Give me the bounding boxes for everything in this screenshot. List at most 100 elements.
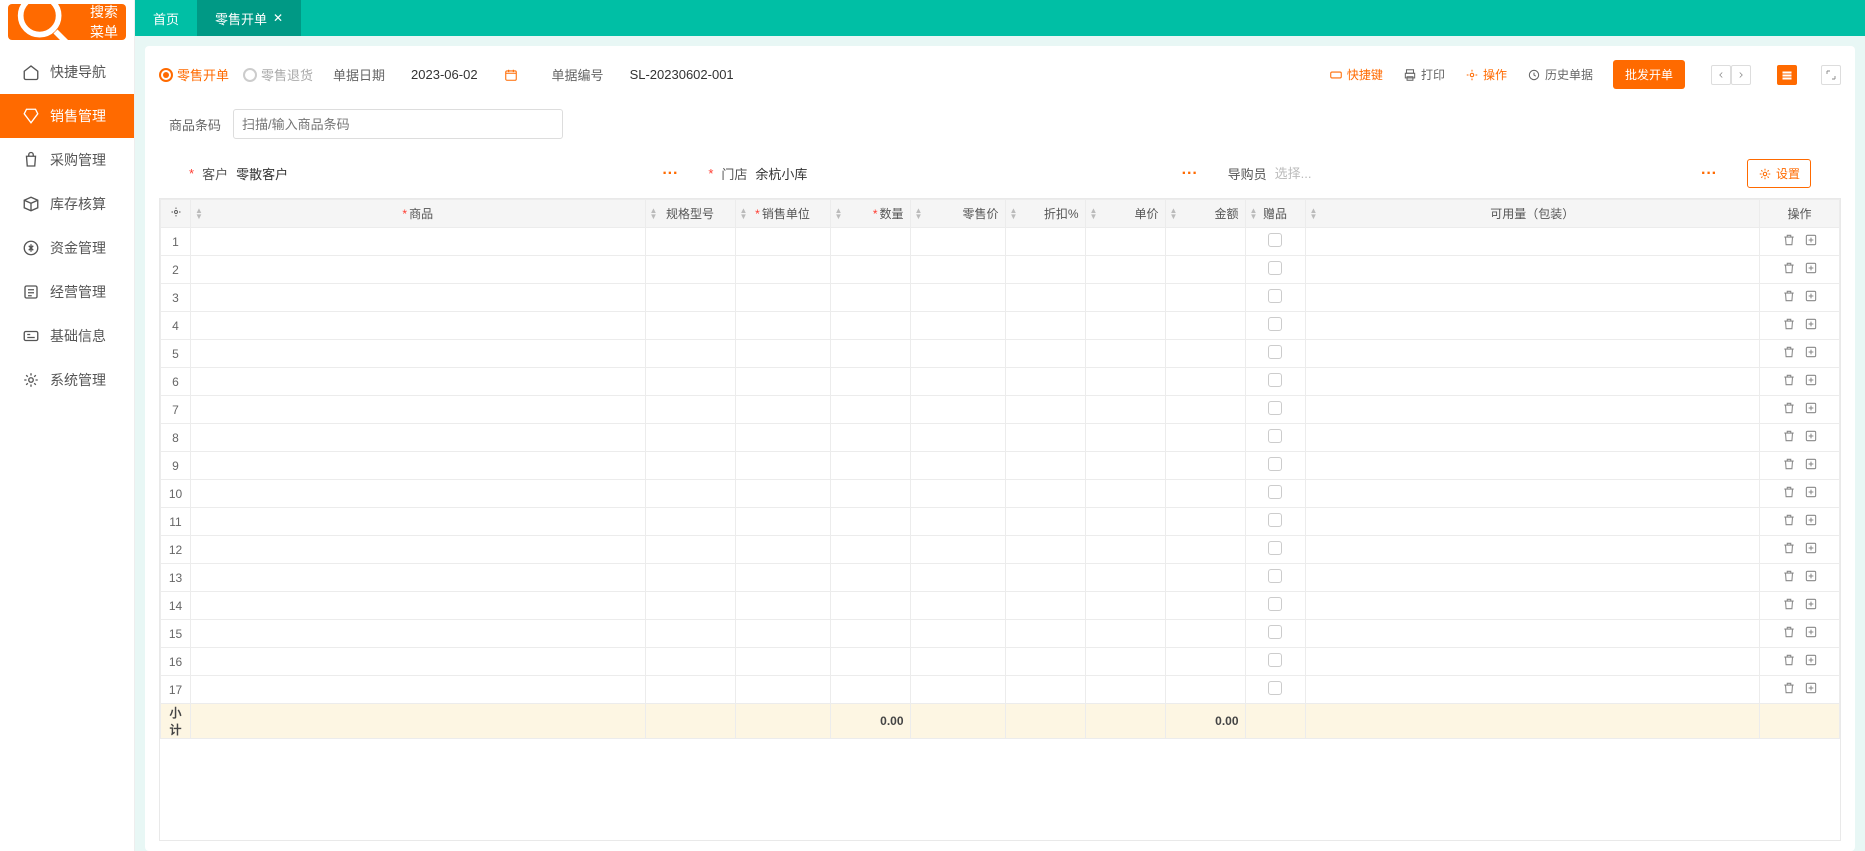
cell-unit-price[interactable]	[1085, 424, 1165, 452]
cell-retail-price[interactable]	[910, 480, 1005, 508]
cell-retail-price[interactable]	[910, 256, 1005, 284]
add-row-icon[interactable]	[1804, 261, 1818, 275]
table-row[interactable]: 17	[161, 676, 1840, 704]
cell-gift[interactable]	[1245, 676, 1305, 704]
cell-product[interactable]	[191, 508, 646, 536]
cell-retail-price[interactable]	[910, 368, 1005, 396]
th-qty[interactable]: ▲▼*数量	[830, 200, 910, 228]
table-row[interactable]: 8	[161, 424, 1840, 452]
cell-discount[interactable]	[1005, 340, 1085, 368]
guide-more-button[interactable]: ···	[1701, 165, 1717, 183]
cell-sale-unit[interactable]	[735, 648, 830, 676]
cell-gift[interactable]	[1245, 592, 1305, 620]
trash-icon[interactable]	[1782, 401, 1796, 415]
cell-unit-price[interactable]	[1085, 340, 1165, 368]
cell-available[interactable]	[1305, 676, 1760, 704]
doc-date-value[interactable]: 2023-06-02	[405, 67, 484, 82]
cell-product[interactable]	[191, 480, 646, 508]
add-row-icon[interactable]	[1804, 317, 1818, 331]
cell-product[interactable]	[191, 648, 646, 676]
gift-checkbox[interactable]	[1268, 401, 1282, 415]
trash-icon[interactable]	[1782, 653, 1796, 667]
tool-history[interactable]: 历史单据	[1527, 66, 1593, 83]
cell-unit-price[interactable]	[1085, 592, 1165, 620]
cell-available[interactable]	[1305, 592, 1760, 620]
cell-sale-unit[interactable]	[735, 228, 830, 256]
cell-qty[interactable]	[830, 228, 910, 256]
cell-qty[interactable]	[830, 480, 910, 508]
cell-retail-price[interactable]	[910, 620, 1005, 648]
cell-amount[interactable]	[1165, 452, 1245, 480]
trash-icon[interactable]	[1782, 681, 1796, 695]
trash-icon[interactable]	[1782, 597, 1796, 611]
cell-spec[interactable]	[645, 592, 735, 620]
cell-sale-unit[interactable]	[735, 396, 830, 424]
cell-unit-price[interactable]	[1085, 676, 1165, 704]
th-product[interactable]: ▲▼*商品	[191, 200, 646, 228]
table-row[interactable]: 15	[161, 620, 1840, 648]
cell-discount[interactable]	[1005, 424, 1085, 452]
cell-qty[interactable]	[830, 508, 910, 536]
table-row[interactable]: 13	[161, 564, 1840, 592]
trash-icon[interactable]	[1782, 457, 1796, 471]
gift-checkbox[interactable]	[1268, 485, 1282, 499]
add-row-icon[interactable]	[1804, 625, 1818, 639]
cell-sale-unit[interactable]	[735, 284, 830, 312]
table-row[interactable]: 4	[161, 312, 1840, 340]
table-row[interactable]: 1	[161, 228, 1840, 256]
search-menu-button[interactable]: 搜索菜单	[8, 4, 126, 40]
cell-discount[interactable]	[1005, 676, 1085, 704]
cell-sale-unit[interactable]	[735, 592, 830, 620]
prev-button[interactable]	[1711, 65, 1731, 85]
trash-icon[interactable]	[1782, 261, 1796, 275]
cell-qty[interactable]	[830, 564, 910, 592]
th-discount[interactable]: ▲▼折扣%	[1005, 200, 1085, 228]
th-gift[interactable]: ▲▼赠品	[1245, 200, 1305, 228]
add-row-icon[interactable]	[1804, 653, 1818, 667]
th-gear[interactable]	[161, 200, 191, 228]
cell-discount[interactable]	[1005, 508, 1085, 536]
cell-spec[interactable]	[645, 396, 735, 424]
cell-product[interactable]	[191, 396, 646, 424]
gift-checkbox[interactable]	[1268, 513, 1282, 527]
cell-product[interactable]	[191, 312, 646, 340]
add-row-icon[interactable]	[1804, 373, 1818, 387]
cell-amount[interactable]	[1165, 396, 1245, 424]
cell-available[interactable]	[1305, 228, 1760, 256]
trash-icon[interactable]	[1782, 625, 1796, 639]
cell-spec[interactable]	[645, 564, 735, 592]
cell-amount[interactable]	[1165, 284, 1245, 312]
cell-qty[interactable]	[830, 452, 910, 480]
cell-gift[interactable]	[1245, 256, 1305, 284]
add-row-icon[interactable]	[1804, 541, 1818, 555]
cell-sale-unit[interactable]	[735, 256, 830, 284]
sidebar-item-inventory[interactable]: 库存核算	[0, 182, 134, 226]
batch-order-button[interactable]: 批发开单	[1613, 60, 1685, 89]
add-row-icon[interactable]	[1804, 513, 1818, 527]
table-row[interactable]: 14	[161, 592, 1840, 620]
cell-qty[interactable]	[830, 368, 910, 396]
cell-gift[interactable]	[1245, 424, 1305, 452]
cell-unit-price[interactable]	[1085, 620, 1165, 648]
gift-checkbox[interactable]	[1268, 597, 1282, 611]
cell-sale-unit[interactable]	[735, 424, 830, 452]
radio-retail-return[interactable]: 零售退货	[243, 65, 313, 84]
table-row[interactable]: 3	[161, 284, 1840, 312]
cell-available[interactable]	[1305, 284, 1760, 312]
tool-shortcut[interactable]: 快捷键	[1329, 66, 1383, 83]
cell-retail-price[interactable]	[910, 396, 1005, 424]
trash-icon[interactable]	[1782, 429, 1796, 443]
cell-retail-price[interactable]	[910, 592, 1005, 620]
cell-unit-price[interactable]	[1085, 256, 1165, 284]
calendar-icon[interactable]	[504, 68, 518, 82]
th-sale-unit[interactable]: ▲▼*销售单位	[735, 200, 830, 228]
sidebar-item-purchase[interactable]: 采购管理	[0, 138, 134, 182]
cell-qty[interactable]	[830, 284, 910, 312]
cell-amount[interactable]	[1165, 676, 1245, 704]
cell-qty[interactable]	[830, 340, 910, 368]
tab-home[interactable]: 首页	[135, 0, 197, 36]
table-row[interactable]: 16	[161, 648, 1840, 676]
cell-qty[interactable]	[830, 592, 910, 620]
cell-unit-price[interactable]	[1085, 648, 1165, 676]
cell-discount[interactable]	[1005, 592, 1085, 620]
